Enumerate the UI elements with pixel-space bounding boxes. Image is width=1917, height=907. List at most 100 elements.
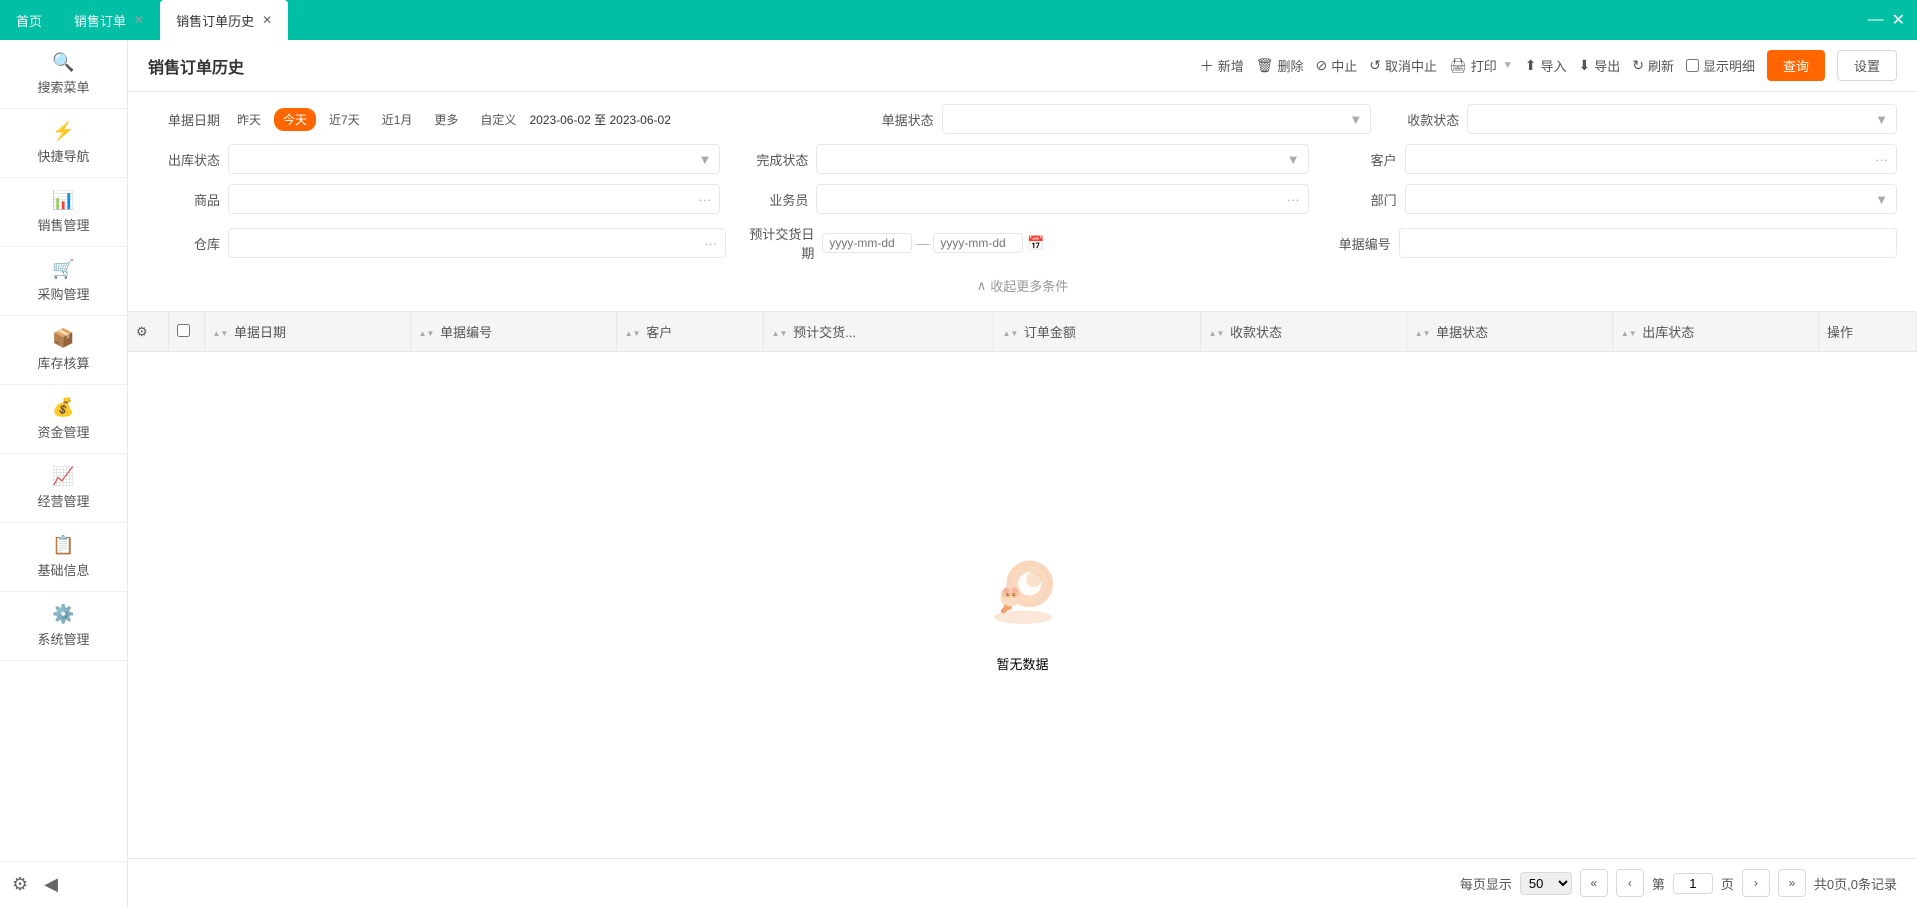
collapse-label: 收起更多条件 (990, 276, 1068, 295)
export-button[interactable]: ⬇ 导出 (1578, 56, 1620, 75)
filter-row-2: 出库状态 ▼ 完成状态 ▼ 客户 ··· (148, 144, 1897, 174)
completion-status-label: 完成状态 (736, 150, 816, 169)
stop-button[interactable]: ⊘ 中止 (1316, 56, 1358, 75)
col-customer[interactable]: ▲▼ 客户 (616, 312, 763, 352)
empty-state: 暂无数据 (128, 352, 1917, 858)
warehouse-ellipsis-icon: ··· (704, 236, 717, 251)
page-input[interactable] (1673, 873, 1713, 894)
payment-status-arrow: ▼ (1875, 112, 1888, 127)
display-toggle-checkbox[interactable] (1686, 59, 1699, 72)
col-delivery-status[interactable]: ▲▼ 出库状态 (1612, 312, 1818, 352)
collapse-bar[interactable]: ∧ 收起更多条件 (148, 272, 1897, 299)
payment-status-label: 收款状态 (1387, 110, 1467, 129)
sidebar-item-quick-nav[interactable]: ⚡ 快捷导航 (0, 109, 127, 178)
filter-row-1: 单据日期 昨天 今天 近7天 近1月 更多 自定义 2023-06-02 至 2… (148, 104, 1897, 134)
col-checkbox[interactable] (168, 312, 204, 352)
sort-arrows-date: ▲▼ (213, 329, 229, 338)
col-amount[interactable]: ▲▼ 订单金额 (994, 312, 1200, 352)
page-size-select[interactable]: 10 20 50 100 (1520, 872, 1572, 895)
cancel-stop-icon: ↺ (1369, 57, 1381, 74)
sidebar-item-basic-info-label: 基础信息 (37, 560, 89, 579)
sidebar-item-purchase-mgmt[interactable]: 🛒 采购管理 (0, 247, 127, 316)
sort-arrows-delivery-status: ▲▼ (1621, 329, 1637, 338)
delivery-date-end[interactable] (933, 233, 1023, 253)
sidebar-item-operation[interactable]: 📈 经营管理 (0, 454, 127, 523)
delivery-date-label: 预计交货日期 (742, 224, 822, 262)
setting-button[interactable]: 设置 (1837, 50, 1897, 81)
salesperson-field[interactable]: ··· (816, 184, 1308, 214)
sidebar-item-finance[interactable]: 💰 资金管理 (0, 385, 127, 454)
close-window-icon[interactable]: ✕ (1892, 10, 1905, 30)
sidebar: 🔍 搜索菜单 ⚡ 快捷导航 📊 销售管理 🛒 采购管理 📦 库存核算 💰 资金管… (0, 40, 128, 907)
sidebar-item-operation-label: 经营管理 (37, 491, 89, 510)
sidebar-settings-icon[interactable]: ⚙ (12, 874, 28, 895)
sidebar-item-sales-mgmt[interactable]: 📊 销售管理 (0, 178, 127, 247)
sidebar-item-inventory[interactable]: 📦 库存核算 (0, 316, 127, 385)
sidebar-collapse-icon[interactable]: ◀ (44, 874, 58, 895)
salesperson-label: 业务员 (736, 190, 816, 209)
delivery-status-field[interactable]: ▼ (228, 144, 720, 174)
new-label: 新增 (1218, 56, 1244, 75)
refresh-button[interactable]: ↻ 刷新 (1632, 56, 1674, 75)
cancel-stop-button[interactable]: ↺ 取消中止 (1369, 56, 1437, 75)
empty-icon (973, 538, 1073, 638)
query-button[interactable]: 查询 (1767, 50, 1825, 81)
import-label: 导入 (1540, 56, 1566, 75)
date-tag-more[interactable]: 更多 (425, 108, 467, 131)
sidebar-item-search-menu[interactable]: 🔍 搜索菜单 (0, 40, 127, 109)
toolbar: ＋ 新增 🗑 删除 ⊘ 中止 ↺ 取消中止 🖨 打印 (1200, 50, 1897, 81)
refresh-label: 刷新 (1648, 56, 1674, 75)
sidebar-item-purchase-mgmt-label: 采购管理 (37, 284, 89, 303)
completion-status-field[interactable]: ▼ (816, 144, 1308, 174)
date-tag-7days[interactable]: 近7天 (320, 108, 369, 131)
next-page-button[interactable]: › (1742, 869, 1770, 897)
col-number[interactable]: ▲▼ 单据编号 (410, 312, 616, 352)
minimize-icon[interactable]: — (1868, 11, 1884, 29)
tab-home[interactable]: 首页 (0, 0, 58, 40)
last-page-button[interactable]: » (1778, 869, 1806, 897)
order-status-arrow: ▼ (1349, 112, 1362, 127)
delivery-date-calendar-end[interactable]: 📅 (1027, 235, 1044, 252)
doc-number-field[interactable] (1399, 228, 1897, 258)
tab-sales-order[interactable]: 销售订单 ✕ (58, 0, 160, 40)
col-date[interactable]: ▲▼ 单据日期 (204, 312, 410, 352)
sort-arrows-order: ▲▼ (1415, 329, 1431, 338)
empty-text: 暂无数据 (996, 654, 1048, 673)
payment-status-field[interactable]: ▼ (1467, 104, 1897, 134)
quick-nav-icon: ⚡ (52, 121, 74, 142)
sidebar-item-system-mgmt[interactable]: ⚙️ 系统管理 (0, 592, 127, 661)
product-field[interactable]: ··· (228, 184, 720, 214)
tab-sales-order-close[interactable]: ✕ (134, 13, 144, 27)
col-settings[interactable]: ⚙ (128, 312, 168, 352)
sidebar-item-basic-info[interactable]: 📋 基础信息 (0, 523, 127, 592)
department-field[interactable]: ▼ (1405, 184, 1897, 214)
delete-button[interactable]: 🗑 删除 (1256, 56, 1304, 75)
warehouse-field[interactable]: ··· (228, 228, 726, 258)
print-button[interactable]: 🖨 打印 ▼ (1449, 56, 1513, 75)
date-tag-custom[interactable]: 自定义 (471, 108, 525, 131)
display-toggle[interactable]: 显示明细 (1686, 56, 1755, 75)
tab-sales-order-history-close[interactable]: ✕ (262, 13, 272, 27)
page-size-label: 每页显示 (1460, 874, 1512, 893)
order-status-field[interactable]: ▼ (942, 104, 1372, 134)
col-payment-status[interactable]: ▲▼ 收款状态 (1200, 312, 1406, 352)
col-delivery-date[interactable]: ▲▼ 预计交货... (763, 312, 994, 352)
import-button[interactable]: ⬆ 导入 (1525, 56, 1567, 75)
date-tag-yesterday[interactable]: 昨天 (228, 108, 270, 131)
col-order-status[interactable]: ▲▼ 单据状态 (1406, 312, 1612, 352)
warehouse-label: 仓库 (148, 234, 228, 253)
tab-sales-order-history[interactable]: 销售订单历史 ✕ (160, 0, 288, 40)
new-button[interactable]: ＋ 新增 (1200, 56, 1244, 76)
date-tag-1month[interactable]: 近1月 (373, 108, 422, 131)
delivery-date-separator: — (916, 236, 929, 251)
prev-page-button[interactable]: ‹ (1616, 869, 1644, 897)
first-page-button[interactable]: « (1580, 869, 1608, 897)
delivery-date-start[interactable] (822, 233, 912, 253)
sidebar-item-inventory-label: 库存核算 (37, 353, 89, 372)
customer-field[interactable]: ··· (1405, 144, 1897, 174)
product-label: 商品 (148, 190, 228, 209)
date-tag-today[interactable]: 今天 (274, 108, 316, 131)
order-status-label: 单据状态 (862, 110, 942, 129)
date-input-group: 2023-06-02 至 2023-06-02 (529, 111, 845, 128)
select-all-checkbox[interactable] (177, 324, 190, 337)
